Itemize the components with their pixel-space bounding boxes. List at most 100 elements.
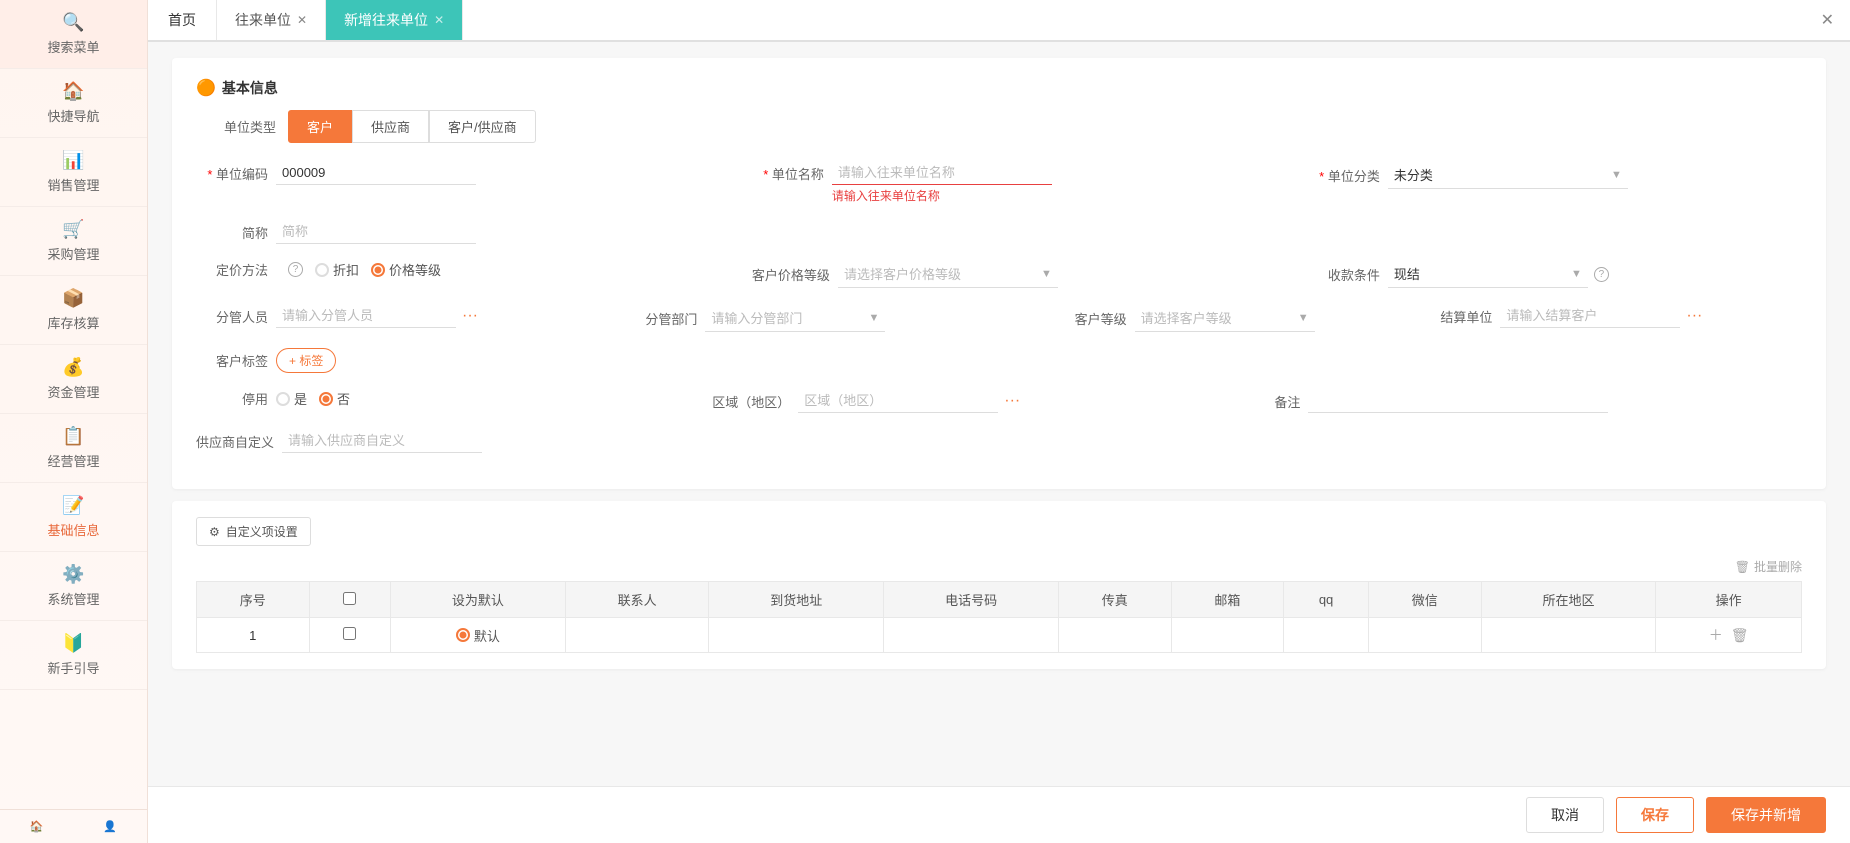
supplier-custom-input[interactable] bbox=[282, 429, 482, 453]
select-all-checkbox[interactable] bbox=[343, 592, 356, 605]
main-area: 首页 往来单位 ✕ 新增往来单位 ✕ ✕ 🟠 基本信息 单位类型 客户 供应商 … bbox=[148, 0, 1850, 843]
content-area: 🟠 基本信息 单位类型 客户 供应商 客户/供应商 单位编码 单位名称 bbox=[148, 42, 1850, 786]
unit-name-input[interactable] bbox=[832, 161, 1052, 185]
row-actions: ＋ 🗑 bbox=[1656, 618, 1802, 653]
payment-terms-arrow: ▼ bbox=[1571, 268, 1582, 280]
sidebar-user-button[interactable]: 👤 bbox=[74, 810, 148, 843]
save-button[interactable]: 保存 bbox=[1616, 797, 1694, 833]
unit-category-value: 未分类 bbox=[1394, 165, 1433, 184]
region-label: 区域（地区） bbox=[712, 392, 798, 411]
unit-category-label: 单位分类 bbox=[1308, 166, 1388, 185]
pricing-level-option[interactable]: 价格等级 bbox=[371, 260, 441, 279]
disabled-yes-option[interactable]: 是 bbox=[276, 389, 307, 408]
disabled-no-option[interactable]: 否 bbox=[319, 389, 350, 408]
unit-name-label: 单位名称 bbox=[752, 164, 832, 183]
field-unit-code: 单位编码 bbox=[196, 161, 690, 185]
sidebar-item-quicknav[interactable]: 🏠 快捷导航 bbox=[0, 69, 147, 138]
col-address: 到货地址 bbox=[709, 582, 884, 618]
unit-type-supplier[interactable]: 供应商 bbox=[352, 110, 429, 143]
sidebar-item-system[interactable]: ⚙️ 系统管理 bbox=[0, 552, 147, 621]
unit-type-both[interactable]: 客户/供应商 bbox=[429, 110, 536, 143]
tab-contacts[interactable]: 往来单位 ✕ bbox=[217, 0, 326, 40]
pricing-discount-option[interactable]: 折扣 bbox=[315, 260, 359, 279]
payment-terms-select[interactable]: 现结 ▼ bbox=[1388, 260, 1588, 288]
department-select[interactable]: 请输入分管部门 ▼ bbox=[705, 304, 885, 332]
sidebar-item-sales[interactable]: 📊 销售管理 bbox=[0, 138, 147, 207]
sidebar-item-inventory[interactable]: 📦 库存核算 bbox=[0, 276, 147, 345]
sidebar-item-label: 经营管理 bbox=[47, 451, 99, 470]
manager-label: 分管人员 bbox=[196, 307, 276, 326]
row-checkbox bbox=[309, 618, 390, 653]
custom-settings-button[interactable]: ⚙ 自定义项设置 bbox=[196, 517, 311, 546]
pricing-discount-label: 折扣 bbox=[333, 260, 359, 279]
tab-new-contact-close[interactable]: ✕ bbox=[434, 13, 444, 27]
batch-delete-area[interactable]: 🗑 批量删除 bbox=[196, 558, 1802, 575]
batch-delete-label: 批量删除 bbox=[1754, 558, 1802, 575]
col-check bbox=[309, 582, 390, 618]
col-fax: 传真 bbox=[1059, 582, 1172, 618]
sidebar-item-label: 采购管理 bbox=[47, 244, 99, 263]
cancel-button[interactable]: 取消 bbox=[1526, 797, 1604, 833]
home-bottom-icon: 🏠 bbox=[30, 820, 44, 833]
sidebar-item-label: 库存核算 bbox=[47, 313, 99, 332]
remark-input[interactable] bbox=[1308, 389, 1608, 413]
sidebar-home-button[interactable]: 🏠 bbox=[0, 810, 74, 843]
tab-new-contact[interactable]: 新增往来单位 ✕ bbox=[326, 0, 463, 40]
row-default-radio-label[interactable]: 默认 bbox=[401, 626, 555, 645]
sidebar-item-finance[interactable]: 💰 资金管理 bbox=[0, 345, 147, 414]
col-action: 操作 bbox=[1656, 582, 1802, 618]
unit-name-error: 请输入往来单位名称 bbox=[832, 187, 940, 204]
note-icon: 📝 bbox=[62, 495, 84, 516]
tab-contacts-close[interactable]: ✕ bbox=[297, 13, 307, 27]
tab-bar-close-all[interactable]: ✕ bbox=[1805, 10, 1850, 30]
short-name-input[interactable] bbox=[276, 220, 476, 244]
sidebar-item-purchase[interactable]: 🛒 采购管理 bbox=[0, 207, 147, 276]
payment-terms-help-icon[interactable]: ? bbox=[1594, 267, 1609, 282]
sidebar-bottom: 🏠 👤 bbox=[0, 809, 147, 843]
row-address bbox=[709, 618, 884, 653]
col-contact: 联系人 bbox=[565, 582, 709, 618]
region-input[interactable] bbox=[798, 389, 998, 413]
add-row-icon[interactable]: ＋ bbox=[1709, 625, 1723, 645]
sidebar-item-search[interactable]: 🔍 搜索菜单 bbox=[0, 0, 147, 69]
delete-row-icon[interactable]: 🗑 bbox=[1731, 627, 1749, 644]
settlement-unit-more[interactable]: ··· bbox=[1680, 307, 1708, 325]
save-and-new-button[interactable]: 保存并新增 bbox=[1706, 797, 1826, 833]
unit-code-input[interactable] bbox=[276, 161, 476, 185]
customer-level-label: 客户等级 bbox=[1055, 309, 1135, 328]
field-settlement-unit: 结算单位 ··· bbox=[1420, 304, 1802, 328]
row-disabled: 停用 是 否 区域（地区） bbox=[196, 389, 1802, 413]
home-icon: 🏠 bbox=[62, 81, 84, 102]
sidebar-item-label: 系统管理 bbox=[47, 589, 99, 608]
region-more[interactable]: ··· bbox=[998, 392, 1026, 410]
disabled-radio-group: 是 否 bbox=[276, 389, 350, 408]
tab-home[interactable]: 首页 bbox=[148, 0, 217, 40]
settlement-unit-input[interactable] bbox=[1500, 304, 1680, 328]
row-qq bbox=[1284, 618, 1369, 653]
add-tag-button[interactable]: + 标签 bbox=[276, 348, 336, 373]
sidebar-item-newguide[interactable]: 🔰 新手引导 bbox=[0, 621, 147, 690]
row-seq: 1 bbox=[197, 618, 310, 653]
custom-settings-label: 自定义项设置 bbox=[226, 523, 298, 540]
row-select-checkbox[interactable] bbox=[343, 627, 356, 640]
sidebar-item-operations[interactable]: 📋 经营管理 bbox=[0, 414, 147, 483]
unit-type-customer[interactable]: 客户 bbox=[288, 110, 352, 143]
unit-category-select[interactable]: 未分类 ▼ bbox=[1388, 161, 1628, 189]
row-default: 默认 bbox=[390, 618, 565, 653]
field-customer-price-level: 客户价格等级 请选择客户价格等级 ▼ bbox=[752, 260, 1246, 288]
sidebar-item-label: 新手引导 bbox=[47, 658, 99, 677]
manager-input[interactable] bbox=[276, 304, 456, 328]
manager-more[interactable]: ··· bbox=[456, 307, 484, 325]
customer-level-select[interactable]: 请选择客户等级 ▼ bbox=[1135, 304, 1315, 332]
customer-price-level-select[interactable]: 请选择客户价格等级 ▼ bbox=[838, 260, 1058, 288]
col-qq: qq bbox=[1284, 582, 1369, 618]
row-region bbox=[1481, 618, 1656, 653]
tab-new-contact-label: 新增往来单位 bbox=[344, 10, 428, 30]
pricing-help-icon[interactable]: ? bbox=[288, 262, 303, 277]
department-placeholder: 请输入分管部门 bbox=[711, 308, 802, 327]
sidebar-item-basic[interactable]: 📝 基础信息 bbox=[0, 483, 147, 552]
sidebar-item-label: 快捷导航 bbox=[47, 106, 99, 125]
payment-terms-value: 现结 bbox=[1394, 264, 1420, 283]
row-default-radio bbox=[456, 628, 470, 642]
settlement-unit-label: 结算单位 bbox=[1420, 307, 1500, 326]
